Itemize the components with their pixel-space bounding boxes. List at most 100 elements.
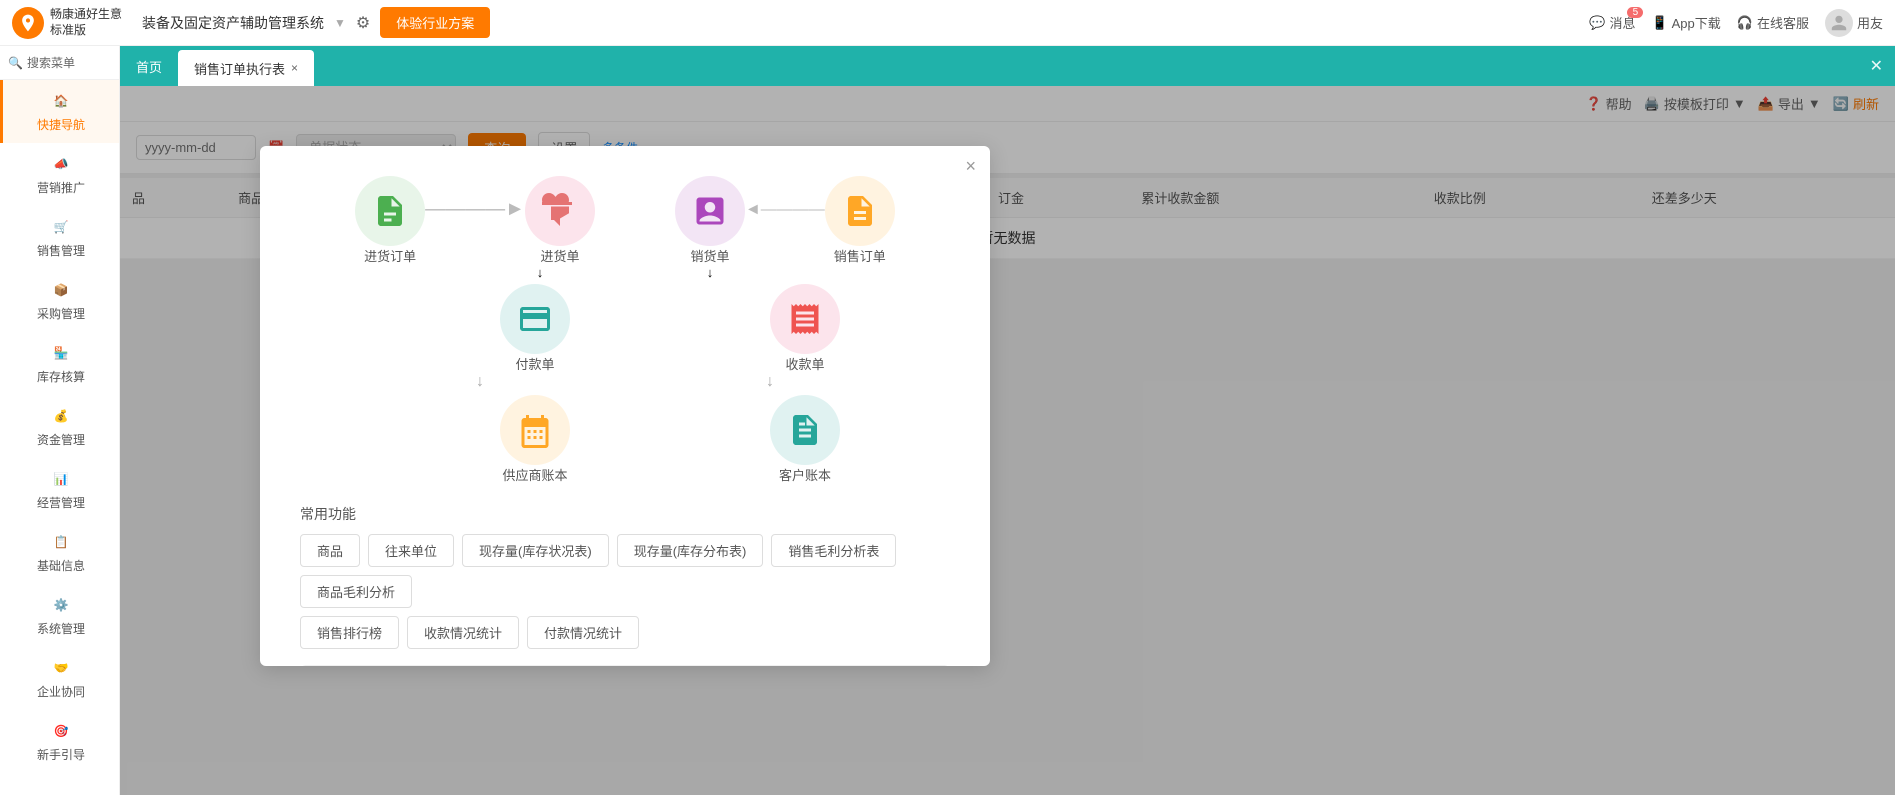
func-btn-counterparty[interactable]: 往来单位 <box>368 534 454 567</box>
func-btn-sales-margin[interactable]: 销售毛利分析表 <box>771 534 896 567</box>
purchase-order-node[interactable]: 进货订单 <box>355 176 425 265</box>
service-icon: 🎧 <box>1737 15 1753 31</box>
home-tab-label: 首页 <box>136 57 162 76</box>
sales-order-icon <box>825 176 895 246</box>
arrow-pb-down: ↓ <box>495 265 585 280</box>
finance-icon: 💰 <box>50 405 72 427</box>
common-funcs-title: 常用功能 <box>300 504 950 524</box>
sales-icon: 🛒 <box>50 216 72 238</box>
scroll-left-arrow[interactable]: ◀ <box>300 664 317 666</box>
message-icon: 💬 <box>1589 15 1605 31</box>
sidebar-item-system[interactable]: ⚙️ 系统管理 <box>0 584 119 647</box>
func-btn-product-margin[interactable]: 商品毛利分析 <box>300 575 412 608</box>
sales-bill-label: 销货单 <box>690 246 729 265</box>
tab-sales-order[interactable]: 销售订单执行表 × <box>178 50 314 86</box>
customer-account-label: 客户账本 <box>779 465 831 484</box>
supplier-account-label: 供应商账本 <box>502 465 567 484</box>
top-bar: 畅康通好生意 标准版 装备及固定资产辅助管理系统 ▼ ⚙ 体验行业方案 💬 消息… <box>0 0 1895 46</box>
sidebar-item-label: 系统管理 <box>37 620 85 637</box>
receipt-node[interactable]: 收款单 <box>770 284 840 373</box>
sidebar-item-inventory[interactable]: 🏪 库存核算 <box>0 332 119 395</box>
modal-overlay: × 进货订单 <box>120 86 1895 795</box>
page-body: ❓ 帮助 🖨️ 按模板打印 ▼ 📤 导出 ▼ 🔄 <box>120 86 1895 795</box>
user-label: 用友 <box>1857 13 1883 32</box>
purchase-bill-node[interactable]: 进货单 <box>525 176 595 265</box>
arrow-pay-down: ↓ <box>435 373 525 391</box>
sidebar-item-quick-nav[interactable]: 🏠 快捷导航 <box>0 80 119 143</box>
sidebar-item-label: 采购管理 <box>37 305 85 322</box>
tab-bar: 首页 销售订单执行表 × ✕ <box>120 46 1895 86</box>
system-title-chevron[interactable]: ▼ <box>334 16 346 30</box>
payment-node[interactable]: 付款单 <box>500 284 570 373</box>
active-tab-label: 销售订单执行表 <box>194 59 285 78</box>
sidebar-item-enterprise[interactable]: 🤝 企业协同 <box>0 647 119 710</box>
sidebar-item-label: 新手引导 <box>37 746 85 763</box>
try-industry-button[interactable]: 体验行业方案 <box>380 7 490 38</box>
sales-order-label: 销售订单 <box>834 246 886 265</box>
app-download-button[interactable]: 📱 App下载 <box>1651 13 1720 32</box>
settings-gear-button[interactable]: ⚙ <box>356 13 370 33</box>
sidebar-search[interactable]: 🔍 搜索菜单 <box>0 46 119 80</box>
online-service-button[interactable]: 🎧 在线客服 <box>1737 13 1809 32</box>
modal-scrollbar[interactable]: ◀ ▶ <box>300 665 950 666</box>
func-btn-sales-ranking[interactable]: 销售排行榜 <box>300 616 399 649</box>
purchase-order-label: 进货订单 <box>364 246 416 265</box>
search-icon: 🔍 <box>8 56 23 70</box>
func-btn-inventory-dist[interactable]: 现存量(库存分布表) <box>617 534 764 567</box>
sidebar-item-label: 经营管理 <box>37 494 85 511</box>
common-funcs-section: 常用功能 商品 往来单位 现存量(库存状况表) 现存量(库存分布表) 销售毛利分… <box>300 504 950 649</box>
sidebar-item-label: 快捷导航 <box>37 116 85 133</box>
download-icon: 📱 <box>1651 15 1667 31</box>
sidebar-item-finance[interactable]: 💰 资金管理 <box>0 395 119 458</box>
sidebar-item-purchase[interactable]: 📦 采购管理 <box>0 269 119 332</box>
tab-close-all-button[interactable]: ✕ <box>1858 46 1895 86</box>
sales-order-node[interactable]: 销售订单 <box>825 176 895 265</box>
marketing-icon: 📣 <box>50 153 72 175</box>
system-icon: ⚙️ <box>50 594 72 616</box>
func-btn-inventory-status[interactable]: 现存量(库存状况表) <box>462 534 609 567</box>
supplier-account-node[interactable]: 供应商账本 <box>500 395 570 484</box>
purchase-bill-icon <box>525 176 595 246</box>
supplier-account-icon <box>500 395 570 465</box>
arrow-so-sb: ◄———— <box>745 201 825 241</box>
sidebar-item-label: 营销推广 <box>37 179 85 196</box>
sidebar-item-basic-info[interactable]: 📋 基础信息 <box>0 521 119 584</box>
func-btn-product[interactable]: 商品 <box>300 534 360 567</box>
logo-area: 畅康通好生意 标准版 <box>12 7 132 39</box>
scroll-right-arrow[interactable]: ▶ <box>925 664 942 666</box>
basic-info-icon: 📋 <box>50 531 72 553</box>
enterprise-icon: 🤝 <box>50 657 72 679</box>
guide-icon: 🎯 <box>50 720 72 742</box>
user-menu[interactable]: 用友 <box>1825 9 1883 37</box>
content-area: 首页 销售订单执行表 × ✕ ❓ 帮助 🖨️ <box>120 46 1895 795</box>
purchase-bill-label: 进货单 <box>540 246 579 265</box>
receipt-label: 收款单 <box>785 354 824 373</box>
func-btn-payment-stats[interactable]: 付款情况统计 <box>527 616 639 649</box>
top-bar-left: 畅康通好生意 标准版 装备及固定资产辅助管理系统 ▼ ⚙ 体验行业方案 <box>12 7 490 39</box>
arrow-po-pb: ————► <box>425 198 525 243</box>
modal-close-button[interactable]: × <box>965 156 976 177</box>
func-buttons-row1: 商品 往来单位 现存量(库存状况表) 现存量(库存分布表) 销售毛利分析表 商品… <box>300 534 950 608</box>
message-badge: 5 <box>1627 7 1643 18</box>
sidebar-item-guide[interactable]: 🎯 新手引导 <box>0 710 119 773</box>
sidebar-item-sales[interactable]: 🛒 销售管理 <box>0 206 119 269</box>
sidebar-item-marketing[interactable]: 📣 营销推广 <box>0 143 119 206</box>
arrow-rec-down: ↓ <box>725 373 815 391</box>
sidebar-item-label: 企业协同 <box>37 683 85 700</box>
top-bar-right: 💬 消息 5 📱 App下载 🎧 在线客服 用友 <box>1589 9 1883 37</box>
message-button[interactable]: 💬 消息 5 <box>1589 13 1635 32</box>
inventory-icon: 🏪 <box>50 342 72 364</box>
func-btn-receipt-stats[interactable]: 收款情况统计 <box>407 616 519 649</box>
sidebar-item-label: 资金管理 <box>37 431 85 448</box>
sidebar-item-operations[interactable]: 📊 经营管理 <box>0 458 119 521</box>
tab-close-button[interactable]: × <box>291 61 298 75</box>
sidebar-item-label: 销售管理 <box>37 242 85 259</box>
sidebar-item-label: 基础信息 <box>37 557 85 574</box>
sales-bill-icon <box>675 176 745 246</box>
tab-home[interactable]: 首页 <box>120 46 178 86</box>
online-service-label: 在线客服 <box>1757 13 1809 32</box>
sidebar-item-label: 库存核算 <box>37 368 85 385</box>
main-area: 🔍 搜索菜单 🏠 快捷导航 📣 营销推广 🛒 销售管理 📦 采购管理 🏪 <box>0 46 1895 795</box>
sales-bill-node[interactable]: 销货单 <box>675 176 745 265</box>
customer-account-node[interactable]: 客户账本 <box>770 395 840 484</box>
